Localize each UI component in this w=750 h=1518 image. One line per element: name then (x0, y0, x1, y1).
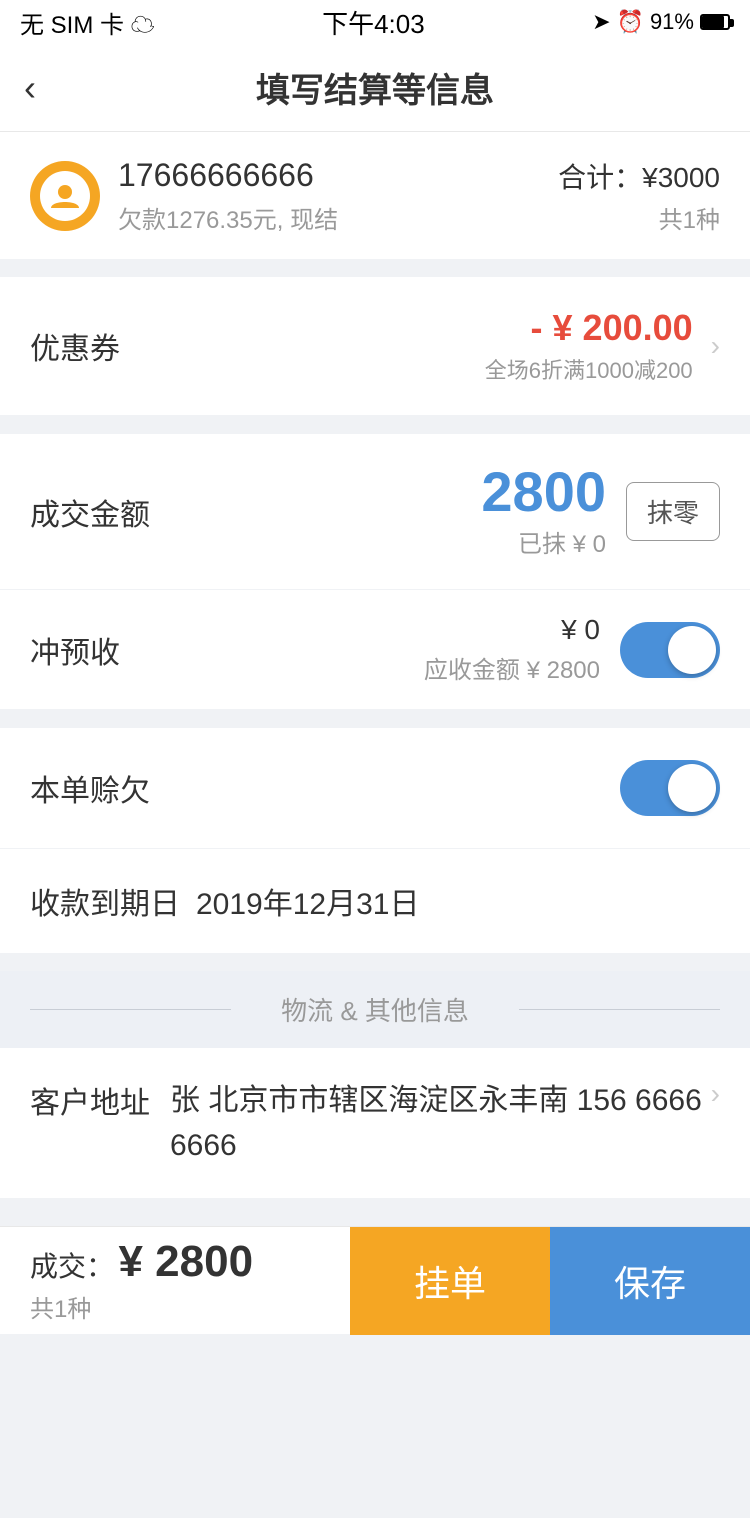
chong-label: 冲预收 (30, 628, 120, 672)
deal-sub: 已抹 ¥ 0 (481, 524, 606, 559)
deal-amount-right: 2800 已抹 ¥ 0 抹零 (481, 464, 720, 559)
status-left: 无 SIM 卡 ☁ (20, 5, 155, 40)
customer-left: 17666666666 欠款1276.35元, 现结 (30, 157, 338, 235)
avatar (30, 161, 100, 231)
total-count: 共1种 (558, 200, 720, 235)
customer-sub: 欠款1276.35元, 现结 (118, 200, 338, 235)
bottom-deal-line: 成交： ¥ 2800 (30, 1237, 320, 1287)
divider-3 (0, 710, 750, 728)
owe-row: 本单赊欠 (0, 728, 750, 848)
address-label: 客户地址 (30, 1078, 150, 1122)
address-row[interactable]: 客户地址 张 北京市市辖区海淀区永丰南 156 6666 6666 › (0, 1048, 750, 1198)
battery-icon (700, 14, 730, 30)
chevron-right-icon: › (711, 330, 720, 362)
chong-right: ¥ 0 应收金额 ¥ 2800 (424, 614, 720, 685)
divider-4 (0, 953, 750, 971)
divider-line-left (30, 1009, 231, 1010)
bottom-bar: 成交： ¥ 2800 共1种 挂单 保存 (0, 1226, 750, 1334)
bottom-deal-prefix: 成交： (30, 1251, 114, 1282)
deal-number: 2800 (481, 464, 606, 520)
section-divider-text: 物流 & 其他信息 (281, 991, 469, 1028)
toggle-knob (668, 626, 716, 674)
section-divider-logistics: 物流 & 其他信息 (0, 971, 750, 1048)
deal-amount-label: 成交金额 (30, 490, 150, 534)
customer-right: 合计：¥3000 共1种 (558, 156, 720, 235)
customer-card: 17666666666 欠款1276.35元, 现结 合计：¥3000 共1种 (0, 132, 750, 259)
owe-label: 本单赊欠 (30, 766, 150, 810)
bottom-deal-amount: ¥ 2800 (118, 1237, 253, 1286)
chong-toggle[interactable] (620, 622, 720, 678)
owe-toggle-knob (668, 764, 716, 812)
coupon-right-block: - ¥ 200.00 全场6折满1000减200 › (485, 307, 720, 385)
customer-phone: 17666666666 (118, 157, 338, 194)
bottom-info: 成交： ¥ 2800 共1种 (0, 1237, 350, 1324)
coupon-amount: - ¥ 200.00 (485, 307, 693, 349)
coupon-info: - ¥ 200.00 全场6折满1000减200 (485, 307, 693, 385)
save-button[interactable]: 保存 (550, 1227, 750, 1335)
due-date-row: 收款到期日 2019年12月31日 (0, 848, 750, 953)
bottom-count: 共1种 (30, 1289, 320, 1324)
round-zero-button[interactable]: 抹零 (626, 482, 720, 541)
due-date-label: 收款到期日 (30, 879, 180, 923)
deal-number-block: 2800 已抹 ¥ 0 (481, 464, 606, 559)
page-title: 填写结算等信息 (256, 63, 494, 112)
deal-amount-row: 成交金额 2800 已抹 ¥ 0 抹零 (0, 434, 750, 590)
status-time: 下午4:03 (322, 4, 425, 41)
address-value: 张 北京市市辖区海淀区永丰南 156 6666 6666 (170, 1078, 703, 1168)
battery-percent: 91% (650, 9, 694, 35)
customer-info: 17666666666 欠款1276.35元, 现结 (118, 157, 338, 235)
chong-sub: 应收金额 ¥ 2800 (424, 650, 600, 685)
nav-bar: ‹ 填写结算等信息 (0, 44, 750, 132)
divider-1 (0, 259, 750, 277)
coupon-desc: 全场6折满1000减200 (485, 353, 693, 385)
due-date-value: 2019年12月31日 (196, 879, 419, 923)
hold-order-label: 挂单 (414, 1255, 486, 1307)
chong-amount-block: ¥ 0 应收金额 ¥ 2800 (424, 614, 600, 685)
avatar-icon (40, 171, 90, 221)
alarm-icon: ⏰ (617, 9, 644, 35)
status-bar: 无 SIM 卡 ☁ 下午4:03 ➤ ⏰ 91% (0, 0, 750, 44)
coupon-label: 优惠券 (30, 324, 120, 368)
chong-precollect-row: 冲预收 ¥ 0 应收金额 ¥ 2800 (0, 590, 750, 710)
divider-2 (0, 416, 750, 434)
total-amount: 合计：¥3000 (558, 156, 720, 196)
back-button[interactable]: ‹ (24, 67, 36, 109)
navigation-icon: ➤ (592, 9, 610, 35)
coupon-row[interactable]: 优惠券 - ¥ 200.00 全场6折满1000减200 › (0, 277, 750, 416)
owe-toggle[interactable] (620, 760, 720, 816)
divider-line-right (519, 1009, 720, 1010)
address-chevron-icon: › (711, 1078, 720, 1110)
chong-amount: ¥ 0 (424, 614, 600, 646)
status-right: ➤ ⏰ 91% (592, 9, 730, 35)
save-label: 保存 (614, 1255, 686, 1307)
hold-order-button[interactable]: 挂单 (350, 1227, 550, 1335)
